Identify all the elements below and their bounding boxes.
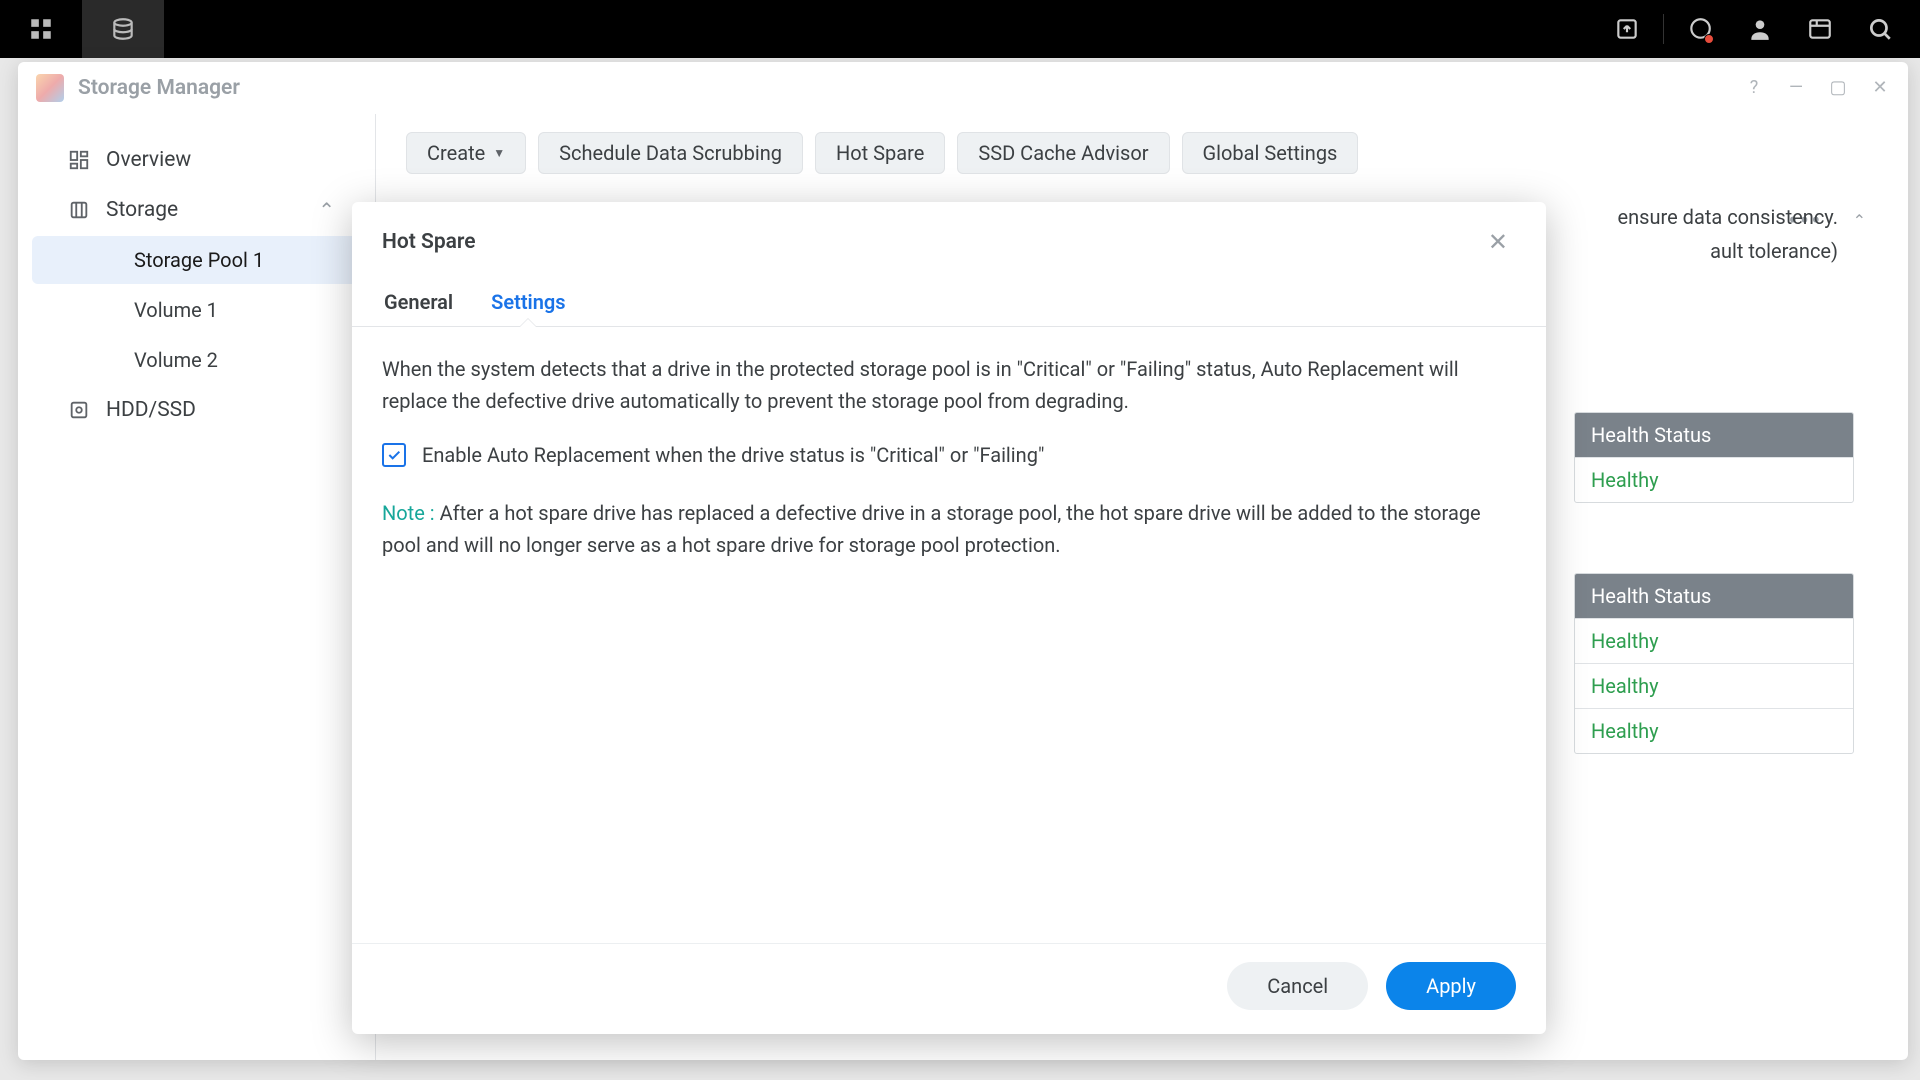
search-icon[interactable] bbox=[1852, 0, 1908, 58]
window-title: Storage Manager bbox=[78, 76, 240, 100]
app-icon bbox=[36, 74, 64, 102]
dialog-close-icon[interactable]: ✕ bbox=[1480, 224, 1516, 260]
schedule-scrubbing-button[interactable]: Schedule Data Scrubbing bbox=[538, 132, 803, 174]
ssd-cache-advisor-button[interactable]: SSD Cache Advisor bbox=[957, 132, 1169, 174]
sidebar-item-label: Volume 1 bbox=[134, 298, 218, 322]
dialog-header: Hot Spare ✕ bbox=[352, 202, 1546, 270]
dashboard-icon bbox=[68, 149, 90, 171]
note-text: After a hot spare drive has replaced a d… bbox=[382, 501, 1481, 557]
checkbox-label: Enable Auto Replacement when the drive s… bbox=[422, 439, 1044, 471]
dialog-body: When the system detects that a drive in … bbox=[352, 327, 1546, 943]
hot-spare-dialog: Hot Spare ✕ General Settings When the sy… bbox=[352, 202, 1546, 1034]
chevron-up-icon: ⌃ bbox=[318, 198, 335, 222]
disk-icon bbox=[68, 399, 90, 421]
toolbar: Create ▼ Schedule Data Scrubbing Hot Spar… bbox=[406, 132, 1878, 174]
help-icon[interactable]: ? bbox=[1744, 78, 1764, 98]
dialog-title: Hot Spare bbox=[382, 230, 476, 254]
sidebar-item-label: Overview bbox=[106, 148, 191, 172]
apply-button[interactable]: Apply bbox=[1386, 962, 1516, 1010]
table-header: Health Status bbox=[1575, 574, 1853, 618]
table-cell: Healthy bbox=[1575, 663, 1853, 708]
sidebar-item-label: Volume 2 bbox=[134, 348, 218, 372]
upload-tray-icon[interactable] bbox=[1599, 0, 1655, 58]
sidebar-item-volume2[interactable]: Volume 2 bbox=[32, 336, 361, 384]
sidebar-item-label: Storage bbox=[106, 198, 178, 222]
hot-spare-button[interactable]: Hot Spare bbox=[815, 132, 945, 174]
table-cell: Healthy bbox=[1575, 708, 1853, 753]
minimize-icon[interactable]: — bbox=[1786, 78, 1806, 98]
tab-settings[interactable]: Settings bbox=[489, 278, 567, 326]
launcher-icon[interactable] bbox=[0, 0, 82, 58]
notification-badge bbox=[1704, 34, 1714, 44]
table-header: Health Status bbox=[1575, 413, 1853, 457]
sidebar-item-pool1[interactable]: Storage Pool 1 bbox=[32, 236, 361, 284]
enable-auto-replacement-checkbox[interactable] bbox=[382, 443, 406, 467]
global-settings-button[interactable]: Global Settings bbox=[1182, 132, 1359, 174]
health-table-fragment: Health Status Healthy bbox=[1574, 412, 1854, 503]
sidebar-item-hdd[interactable]: HDD/SSD bbox=[32, 386, 361, 434]
sidebar-item-label: Storage Pool 1 bbox=[134, 248, 264, 272]
dialog-footer: Cancel Apply bbox=[352, 943, 1546, 1034]
sidebar-item-storage[interactable]: Storage ⌃ bbox=[32, 186, 361, 234]
sidebar-item-volume1[interactable]: Volume 1 bbox=[32, 286, 361, 334]
table-cell: Healthy bbox=[1575, 457, 1853, 502]
create-button[interactable]: Create ▼ bbox=[406, 132, 526, 174]
maximize-icon[interactable]: ▢ bbox=[1828, 78, 1848, 98]
table-cell: Healthy bbox=[1575, 618, 1853, 663]
storage-icon bbox=[68, 199, 90, 221]
sidebar: Overview Storage ⌃ Storage Pool 1 Volume… bbox=[18, 114, 376, 1060]
dialog-description: When the system detects that a drive in … bbox=[382, 353, 1516, 417]
sidebar-item-overview[interactable]: Overview bbox=[32, 136, 361, 184]
health-table-fragment: Health Status Healthy Healthy Healthy bbox=[1574, 573, 1854, 754]
close-icon[interactable]: ✕ bbox=[1870, 78, 1890, 98]
user-icon[interactable] bbox=[1732, 0, 1788, 58]
system-bar bbox=[0, 0, 1920, 58]
button-label: Create bbox=[427, 141, 485, 165]
notifications-icon[interactable] bbox=[1672, 0, 1728, 58]
dialog-tabs: General Settings bbox=[352, 278, 1546, 327]
window-titlebar: Storage Manager ? — ▢ ✕ bbox=[18, 62, 1908, 114]
note-label: Note : bbox=[382, 501, 440, 525]
widgets-icon[interactable] bbox=[1792, 0, 1848, 58]
sidebar-item-label: HDD/SSD bbox=[106, 398, 196, 422]
check-icon bbox=[386, 447, 402, 463]
cancel-button[interactable]: Cancel bbox=[1227, 962, 1368, 1010]
storage-manager-tasktab[interactable] bbox=[82, 0, 164, 58]
caret-down-icon: ▼ bbox=[493, 146, 505, 160]
tab-general[interactable]: General bbox=[382, 278, 455, 326]
